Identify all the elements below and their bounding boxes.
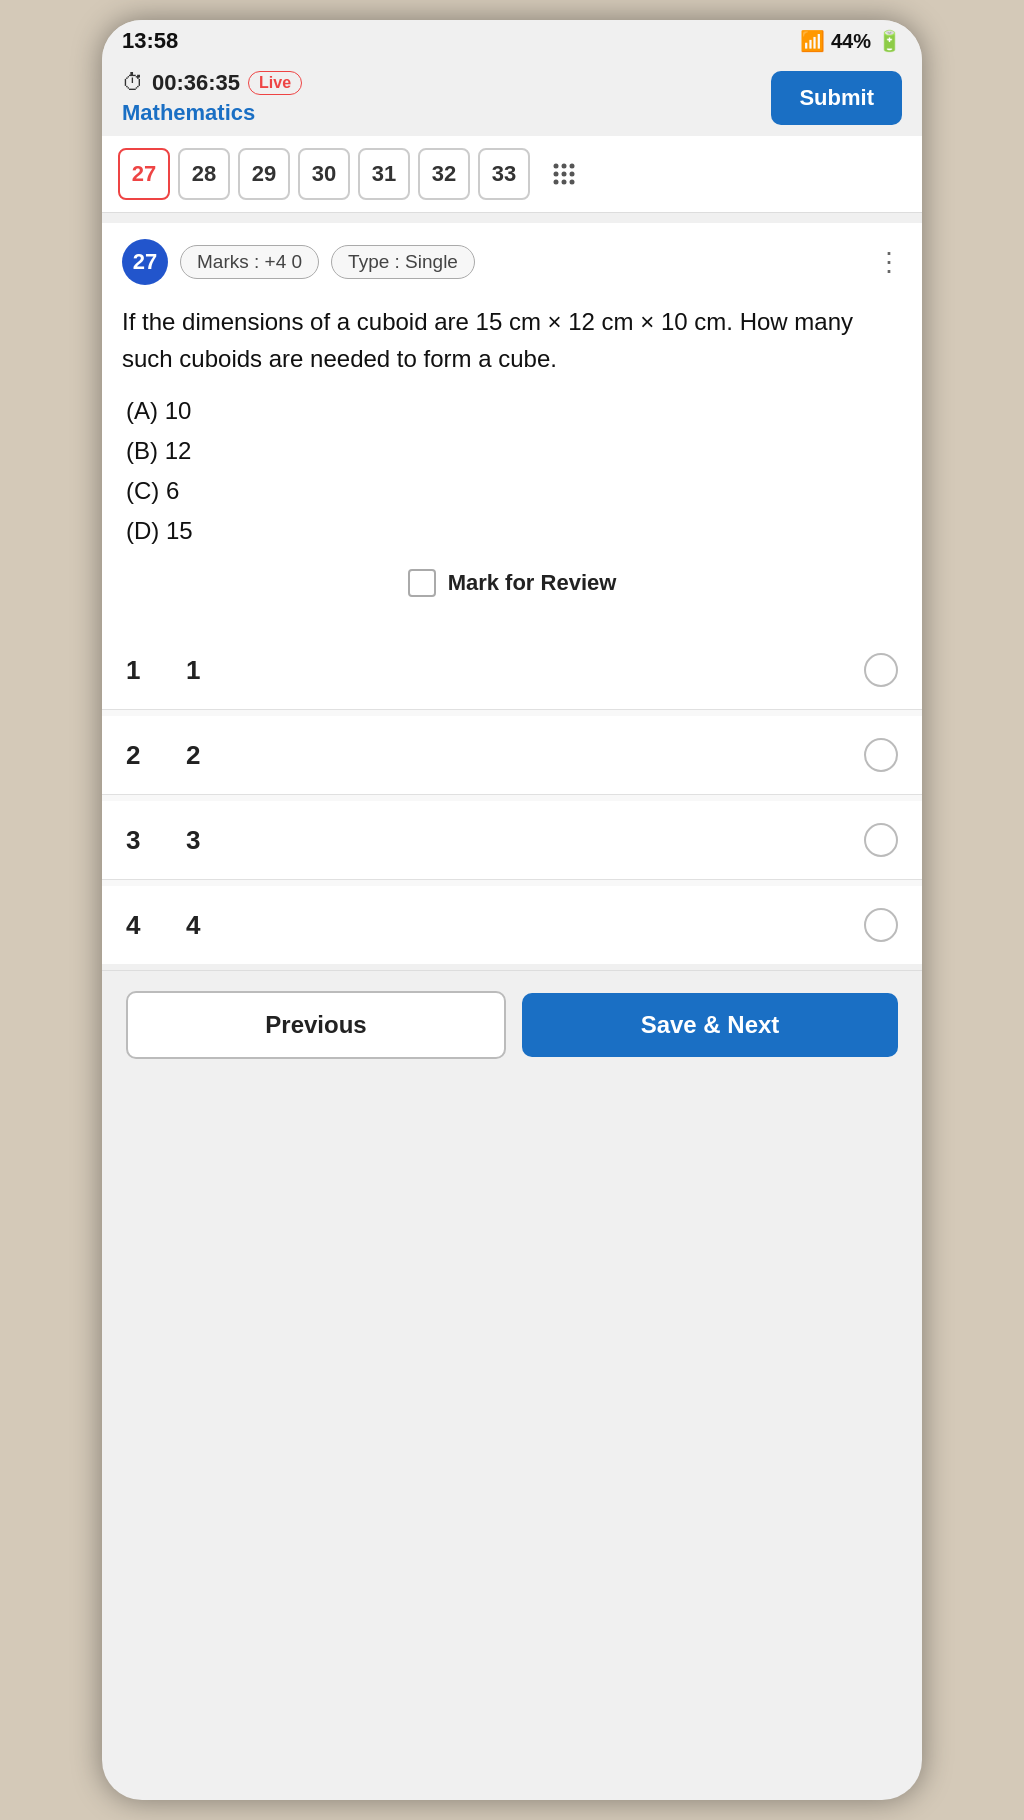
mark-review-checkbox[interactable] bbox=[408, 569, 436, 597]
q-nav-item-29[interactable]: 29 bbox=[238, 148, 290, 200]
status-right: 📶 44% 🔋 bbox=[800, 29, 902, 53]
q-nav-item-30[interactable]: 30 bbox=[298, 148, 350, 200]
marks-badge: Marks : +4 0 bbox=[180, 245, 319, 279]
answer-row-1: 1 1 bbox=[102, 631, 922, 710]
svg-point-8 bbox=[570, 180, 575, 185]
answer-left-3: 3 bbox=[126, 825, 186, 856]
live-badge: Live bbox=[248, 71, 302, 95]
answer-row-3: 3 3 bbox=[102, 801, 922, 880]
options-list: (A) 10 (B) 12 (C) 6 (D) 15 bbox=[122, 397, 902, 545]
question-block: 27 Marks : +4 0 Type : Single ⋮ If the d… bbox=[102, 223, 922, 631]
svg-point-2 bbox=[570, 164, 575, 169]
battery-text: 44% bbox=[831, 30, 871, 53]
answer-row-2: 2 2 bbox=[102, 716, 922, 795]
type-badge: Type : Single bbox=[331, 245, 475, 279]
answer-row-4: 4 4 bbox=[102, 886, 922, 964]
option-c[interactable]: (C) 6 bbox=[122, 477, 902, 505]
answer-right-4: 4 bbox=[186, 910, 864, 941]
battery-icon2: 🔋 bbox=[877, 29, 902, 53]
answer-grid: 1 1 2 2 3 3 4 4 bbox=[102, 631, 922, 964]
answer-left-4: 4 bbox=[126, 910, 186, 941]
question-grid-icon[interactable] bbox=[538, 148, 590, 200]
previous-button[interactable]: Previous bbox=[126, 991, 506, 1059]
answer-right-1: 1 bbox=[186, 655, 864, 686]
answer-right-3: 3 bbox=[186, 825, 864, 856]
q-nav-item-31[interactable]: 31 bbox=[358, 148, 410, 200]
answer-radio-3[interactable] bbox=[864, 823, 898, 857]
submit-button[interactable]: Submit bbox=[771, 71, 902, 125]
answer-radio-4[interactable] bbox=[864, 908, 898, 942]
option-d[interactable]: (D) 15 bbox=[122, 517, 902, 545]
question-text: If the dimensions of a cuboid are 15 cm … bbox=[122, 303, 902, 377]
answer-right-2: 2 bbox=[186, 740, 864, 771]
save-next-button[interactable]: Save & Next bbox=[522, 993, 898, 1057]
answer-left-2: 2 bbox=[126, 740, 186, 771]
q-nav-item-33[interactable]: 33 bbox=[478, 148, 530, 200]
svg-point-4 bbox=[562, 172, 567, 177]
battery-icon: 📶 bbox=[800, 29, 825, 53]
svg-point-3 bbox=[554, 172, 559, 177]
svg-point-6 bbox=[554, 180, 559, 185]
q-nav-item-32[interactable]: 32 bbox=[418, 148, 470, 200]
q-nav-item-28[interactable]: 28 bbox=[178, 148, 230, 200]
status-bar: 13:58 📶 44% 🔋 bbox=[102, 20, 922, 62]
header-left: ⏱ 00:36:35 Live Mathematics bbox=[122, 70, 302, 126]
question-header: 27 Marks : +4 0 Type : Single ⋮ bbox=[122, 239, 902, 285]
question-nav: 27 28 29 30 31 32 33 bbox=[102, 136, 922, 213]
more-options-icon[interactable]: ⋮ bbox=[876, 247, 902, 278]
option-b[interactable]: (B) 12 bbox=[122, 437, 902, 465]
app-header: ⏱ 00:36:35 Live Mathematics Submit bbox=[102, 62, 922, 136]
answer-radio-1[interactable] bbox=[864, 653, 898, 687]
svg-point-0 bbox=[554, 164, 559, 169]
svg-point-7 bbox=[562, 180, 567, 185]
timer-value: 00:36:35 bbox=[152, 70, 240, 96]
svg-point-1 bbox=[562, 164, 567, 169]
timer-row: ⏱ 00:36:35 Live bbox=[122, 70, 302, 96]
svg-point-5 bbox=[570, 172, 575, 177]
answer-radio-2[interactable] bbox=[864, 738, 898, 772]
status-time: 13:58 bbox=[122, 28, 178, 54]
mark-review-label: Mark for Review bbox=[448, 570, 617, 596]
mark-review-row: Mark for Review bbox=[122, 569, 902, 597]
q-nav-item-27[interactable]: 27 bbox=[118, 148, 170, 200]
subject-label: Mathematics bbox=[122, 100, 302, 126]
phone-frame: 13:58 📶 44% 🔋 ⏱ 00:36:35 Live Mathematic… bbox=[102, 20, 922, 1800]
option-a[interactable]: (A) 10 bbox=[122, 397, 902, 425]
answer-left-1: 1 bbox=[126, 655, 186, 686]
timer-icon: ⏱ bbox=[122, 70, 144, 96]
bottom-bar: Previous Save & Next bbox=[102, 970, 922, 1079]
question-badge: 27 bbox=[122, 239, 168, 285]
